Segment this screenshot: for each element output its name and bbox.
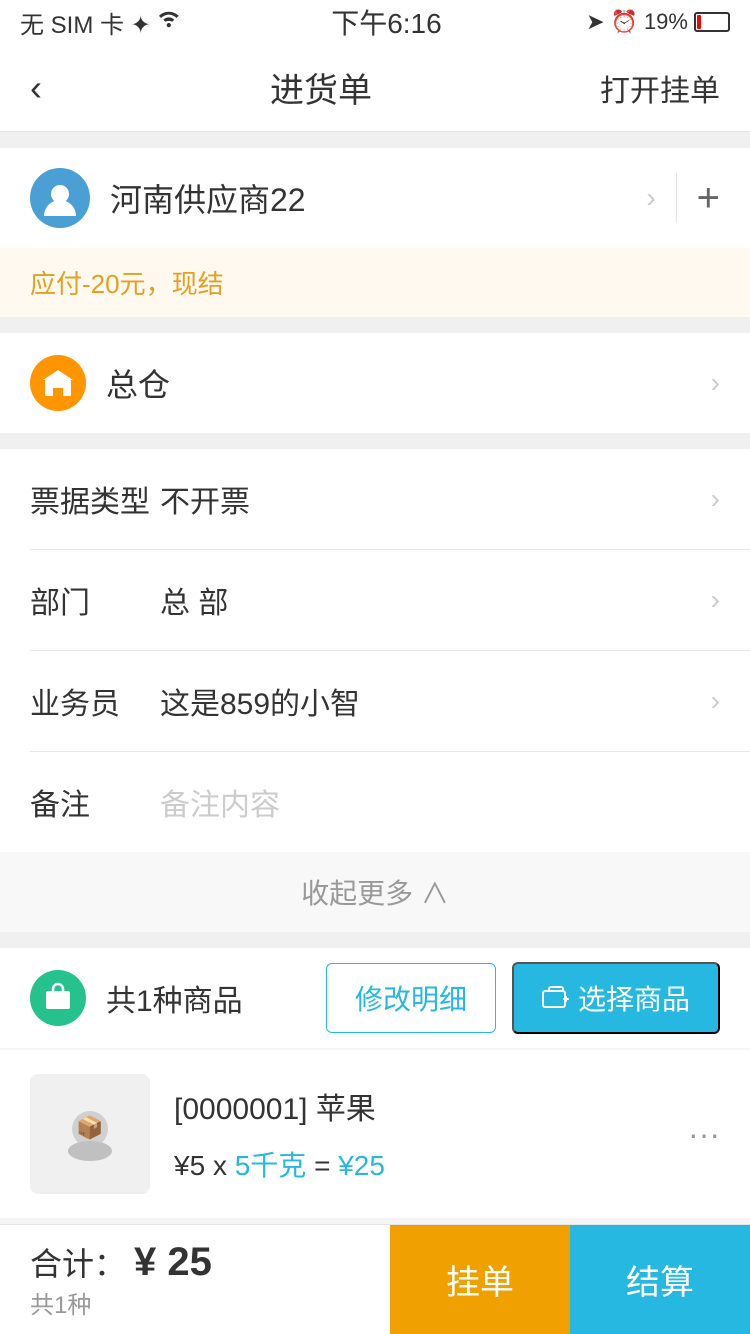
quantity: 5千克 [235, 1150, 307, 1181]
supplier-section[interactable]: 河南供应商22 › + [0, 148, 750, 248]
page-title: 进货单 [270, 63, 372, 112]
warehouse-name: 总仓 [106, 360, 711, 406]
settle-label: 结算 [626, 1255, 694, 1304]
total-amount-value: ¥ 25 [134, 1240, 212, 1285]
battery-icon [694, 12, 730, 32]
product-icon [30, 970, 86, 1026]
department-chevron-icon: › [711, 584, 720, 616]
ticket-type-value: 不开票 [160, 477, 711, 521]
product-info: [0000001] 苹果 ¥5 x 5千克 = ¥25 [174, 1084, 688, 1184]
department-value: 总 部 [160, 578, 711, 622]
warehouse-chevron-icon: › [711, 367, 720, 399]
product-code: [0000001] [174, 1093, 307, 1126]
supplier-name: 河南供应商22 [110, 175, 646, 221]
wifi-icon [159, 8, 187, 36]
ticket-type-row[interactable]: 票据类型 不开票 › [0, 449, 750, 549]
supplier-chevron-icon: › [646, 182, 655, 214]
remark-label: 备注 [30, 780, 160, 824]
total-sub-label: 共1种 [30, 1285, 360, 1320]
location-icon: ➤ [586, 9, 604, 35]
supplier-avatar [30, 168, 90, 228]
product-header: 共1种商品 修改明细 选择商品 [0, 948, 750, 1048]
form-section: 票据类型 不开票 › 部门 总 部 › 业务员 这是859的小智 › 备注 备注… [0, 449, 750, 852]
mid-divider-3 [0, 932, 750, 948]
department-row[interactable]: 部门 总 部 › [0, 550, 750, 650]
status-right: ➤ ⏰ 19% [586, 9, 730, 35]
product-item: 📦 [0000001] 苹果 ¥5 x 5千克 = ¥25 ··· [0, 1050, 750, 1218]
remark-row[interactable]: 备注 备注内容 [0, 752, 750, 852]
product-thumbnail: 📦 [30, 1074, 150, 1194]
collapse-bar[interactable]: 收起更多 ∧ [0, 852, 750, 932]
hang-order-label: 挂单 [446, 1255, 514, 1304]
hang-order-button[interactable]: 挂单 [390, 1225, 570, 1334]
remark-input[interactable]: 备注内容 [160, 780, 720, 824]
mid-divider-1 [0, 317, 750, 333]
bottom-bar: 合计： ¥ 25 共1种 挂单 结算 [0, 1224, 750, 1334]
equals-sign: = [314, 1150, 338, 1181]
salesperson-label: 业务员 [30, 679, 160, 723]
total-amount-row: 合计： ¥ 25 [30, 1239, 360, 1285]
status-left: 无 SIM 卡 ✦ [20, 5, 187, 40]
unit-price: ¥5 [174, 1150, 205, 1181]
collapse-label: 收起更多 ∧ [301, 872, 449, 912]
alarm-icon: ⏰ [611, 9, 638, 35]
settle-button[interactable]: 结算 [570, 1225, 750, 1334]
open-pending-button[interactable]: 打开挂单 [600, 66, 720, 110]
battery-level: 19% [644, 9, 688, 35]
svg-text:📦: 📦 [76, 1115, 103, 1140]
ticket-type-label: 票据类型 [30, 477, 160, 521]
salesperson-chevron-icon: › [711, 685, 720, 717]
top-divider [0, 132, 750, 148]
add-supplier-button[interactable]: + [697, 176, 720, 221]
sim-status: 无 SIM 卡 ✦ [20, 5, 151, 40]
total-label: 合计： [30, 1239, 126, 1285]
warehouse-icon [30, 355, 86, 411]
line-total: ¥25 [338, 1150, 385, 1181]
salesperson-row[interactable]: 业务员 这是859的小智 › [0, 651, 750, 751]
department-label: 部门 [30, 578, 160, 622]
select-product-button[interactable]: 选择商品 [512, 962, 720, 1034]
select-product-label: 选择商品 [578, 978, 690, 1018]
product-name: [0000001] 苹果 [174, 1084, 688, 1128]
product-count-label: 共1种商品 [106, 976, 326, 1020]
status-bar: 无 SIM 卡 ✦ 下午6:16 ➤ ⏰ 19% [0, 0, 750, 44]
edit-detail-button[interactable]: 修改明细 [326, 963, 496, 1033]
salesperson-value: 这是859的小智 [160, 679, 711, 723]
mid-divider-2 [0, 433, 750, 449]
supplier-vertical-divider [676, 173, 677, 223]
nav-bar: ‹ 进货单 打开挂单 [0, 44, 750, 132]
total-section: 合计： ¥ 25 共1种 [0, 1239, 390, 1320]
product-price-row: ¥5 x 5千克 = ¥25 [174, 1144, 688, 1184]
ticket-type-chevron-icon: › [711, 483, 720, 515]
back-button[interactable]: ‹ [30, 67, 42, 109]
price-sep: x [213, 1150, 235, 1181]
notice-banner: 应付-20元，现结 [0, 248, 750, 317]
warehouse-section[interactable]: 总仓 › [0, 333, 750, 433]
product-title: 苹果 [316, 1093, 376, 1126]
product-more-button[interactable]: ··· [688, 1116, 720, 1153]
status-time: 下午6:16 [331, 2, 442, 42]
